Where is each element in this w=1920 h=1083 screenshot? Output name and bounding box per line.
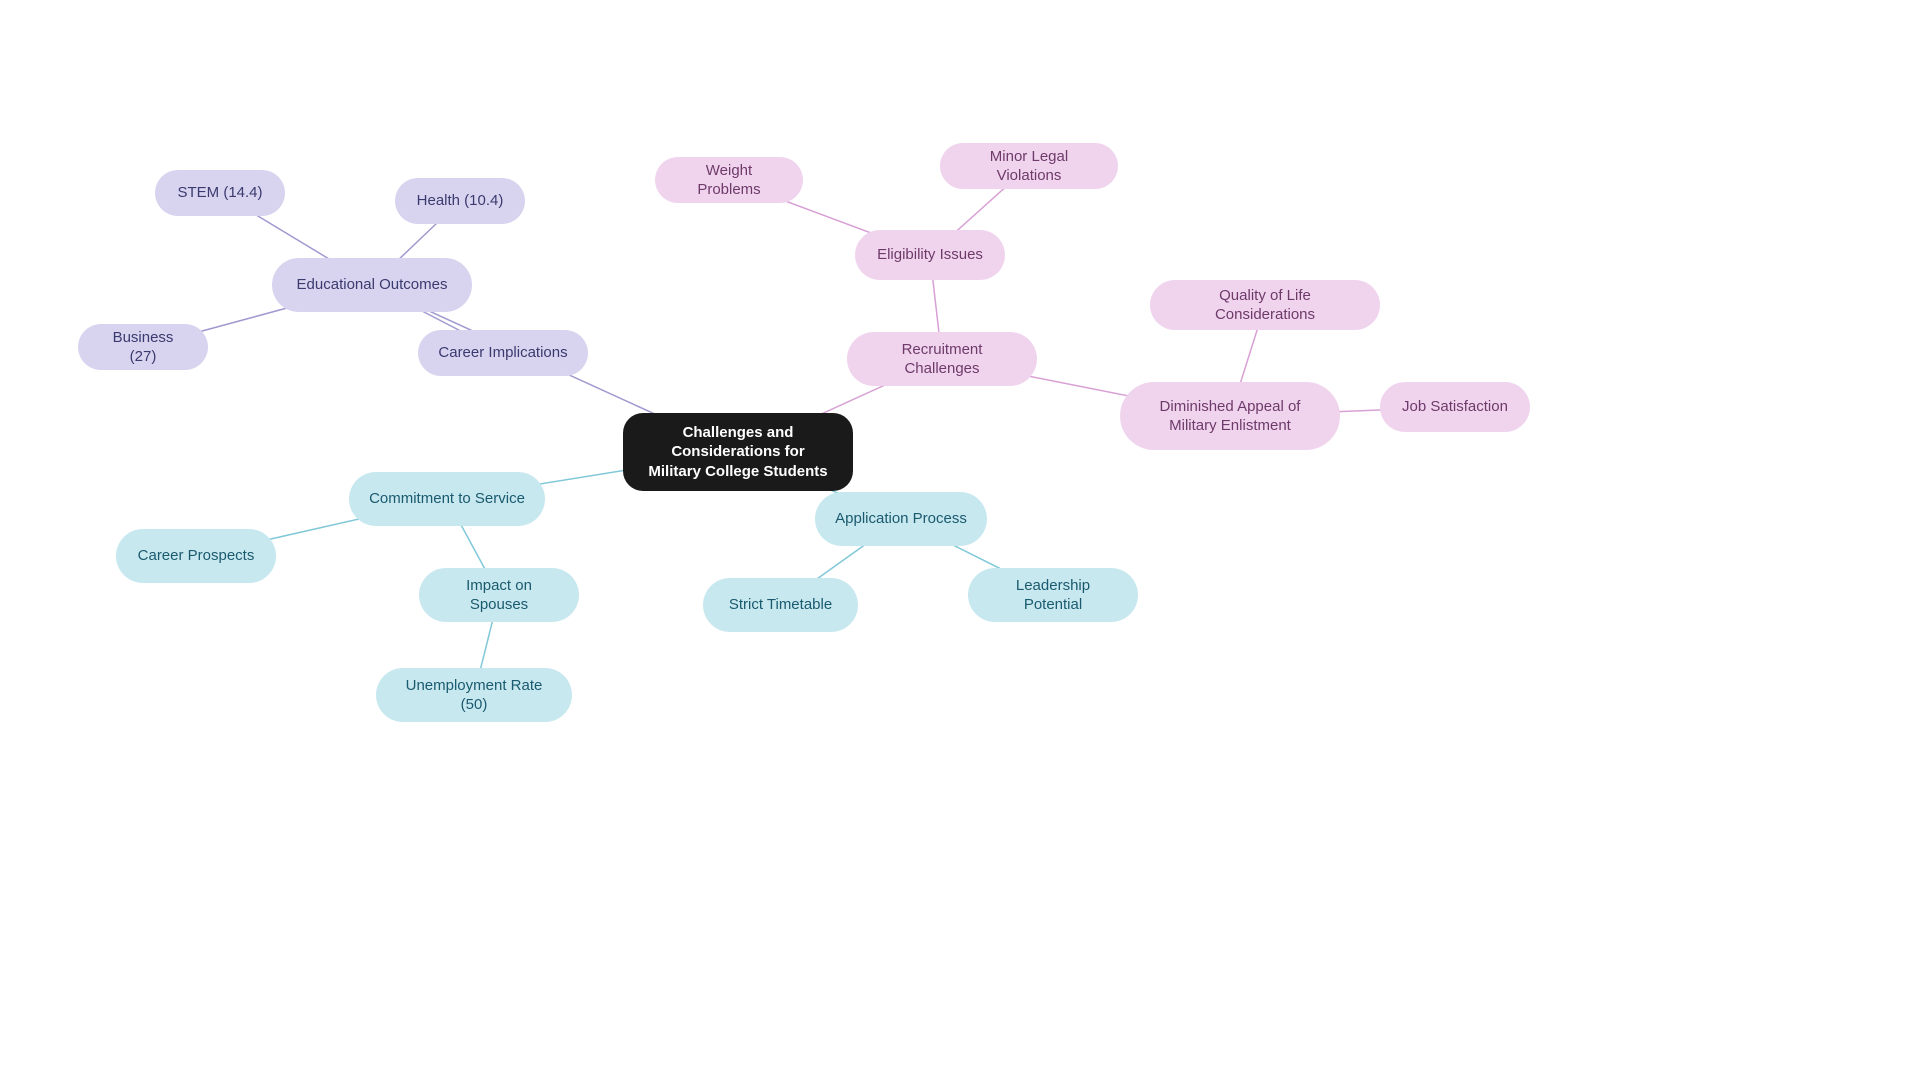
node-career-prospects[interactable]: Career Prospects xyxy=(116,529,276,583)
node-center[interactable]: Challenges and Considerations for Milita… xyxy=(623,413,853,491)
node-impact-on-spouses[interactable]: Impact on Spouses xyxy=(419,568,579,622)
node-recruitment-challenges[interactable]: Recruitment Challenges xyxy=(847,332,1037,386)
node-leadership-potential[interactable]: Leadership Potential xyxy=(968,568,1138,622)
node-health[interactable]: Health (10.4) xyxy=(395,178,525,224)
node-minor-legal-violations[interactable]: Minor Legal Violations xyxy=(940,143,1118,189)
node-stem[interactable]: STEM (14.4) xyxy=(155,170,285,216)
node-educational-outcomes[interactable]: Educational Outcomes xyxy=(272,258,472,312)
node-job-satisfaction[interactable]: Job Satisfaction xyxy=(1380,382,1530,432)
node-application-process[interactable]: Application Process xyxy=(815,492,987,546)
node-unemployment-rate[interactable]: Unemployment Rate (50) xyxy=(376,668,572,722)
mindmap-container: Challenges and Considerations for Milita… xyxy=(0,0,1920,1083)
node-business[interactable]: Business (27) xyxy=(78,324,208,370)
node-diminished-appeal[interactable]: Diminished Appeal of Military Enlistment xyxy=(1120,382,1340,450)
node-eligibility-issues[interactable]: Eligibility Issues xyxy=(855,230,1005,280)
node-commitment-to-service[interactable]: Commitment to Service xyxy=(349,472,545,526)
node-strict-timetable[interactable]: Strict Timetable xyxy=(703,578,858,632)
node-career-implications[interactable]: Career Implications xyxy=(418,330,588,376)
node-weight-problems[interactable]: Weight Problems xyxy=(655,157,803,203)
node-quality-of-life[interactable]: Quality of Life Considerations xyxy=(1150,280,1380,330)
